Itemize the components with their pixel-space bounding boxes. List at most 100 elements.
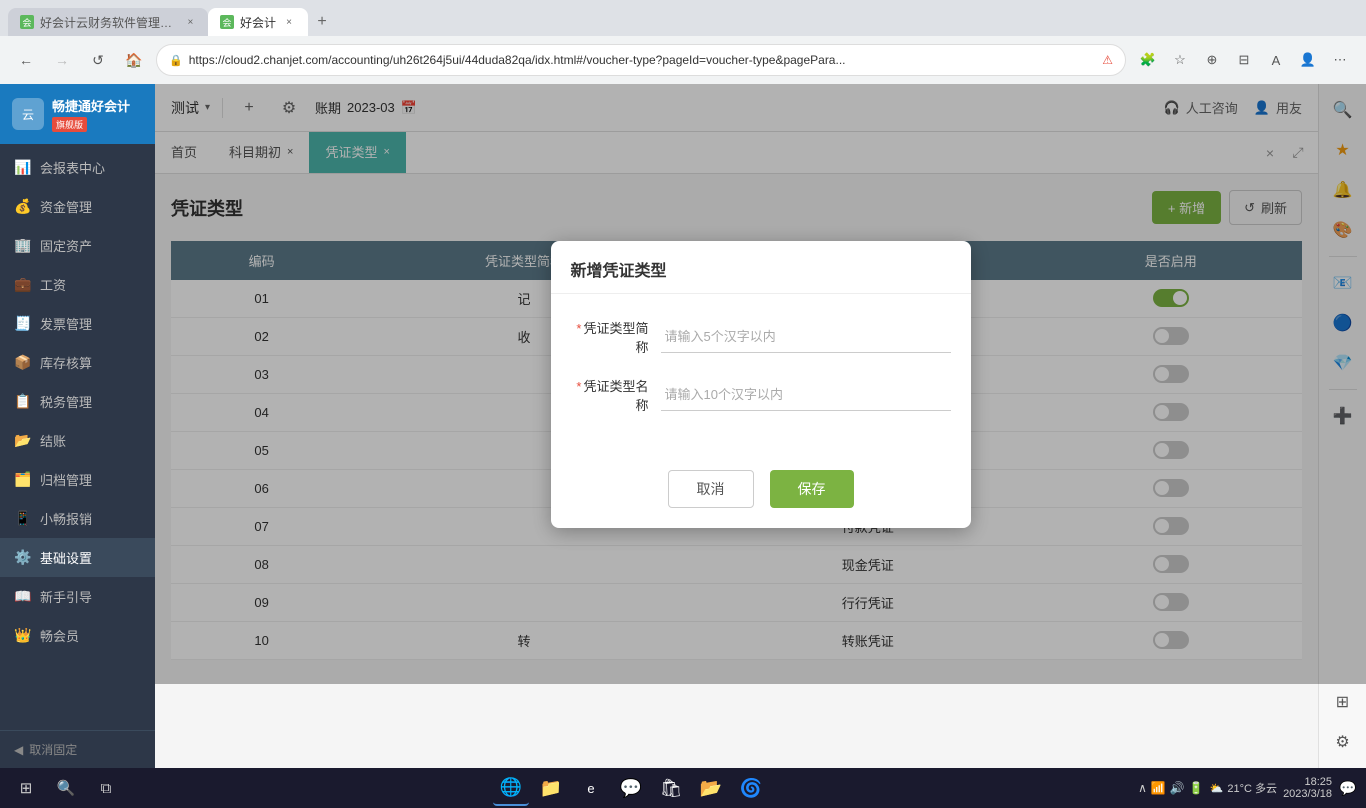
name-label-text: 凭证类型名称 bbox=[583, 379, 648, 413]
taskbar-left: ⊞ 🔍 ⧉ bbox=[8, 770, 124, 806]
search-button[interactable]: 🔍 bbox=[48, 770, 84, 806]
taskbar-time-display: 18:25 bbox=[1283, 776, 1332, 788]
name-form-row: *凭证类型名称 bbox=[571, 376, 951, 414]
sidebar-item-expense[interactable]: 📱 小畅报销 bbox=[0, 499, 155, 538]
sidebar: 云 畅捷通好会计 旗舰版 📊 会报表中心 💰 资金管理 🏢 固定资产 bbox=[0, 84, 155, 768]
address-lock-icon: 🔒 bbox=[169, 54, 183, 67]
right-panel-grid-btn[interactable]: ⊞ bbox=[1325, 684, 1361, 720]
modal-overlay: 新增凭证类型 *凭证类型简称 *凭证类型名称 取消 保存 bbox=[155, 84, 1366, 684]
capital-label: 资金管理 bbox=[40, 197, 92, 216]
address-bar[interactable]: 🔒 https://cloud2.chanjet.com/accounting/… bbox=[156, 44, 1126, 76]
sidebar-item-member[interactable]: 👑 畅会员 bbox=[0, 616, 155, 655]
brand-name: 畅捷通好会计 bbox=[52, 96, 130, 115]
sidebar-item-tax[interactable]: 📋 税务管理 bbox=[0, 382, 155, 421]
name-label: *凭证类型名称 bbox=[571, 376, 661, 414]
nav-forward-button[interactable]: → bbox=[48, 46, 76, 74]
weather-text: 21°C 多云 bbox=[1227, 780, 1277, 796]
start-button[interactable]: ⊞ bbox=[8, 770, 44, 806]
tab-1-favicon: 会 bbox=[20, 15, 34, 29]
edge-icon: e bbox=[577, 774, 605, 802]
sidebar-item-guide[interactable]: 📖 新手引导 bbox=[0, 577, 155, 616]
store-icon: 🛍 bbox=[657, 774, 685, 802]
sidebar-item-salary[interactable]: 💼 工资 bbox=[0, 265, 155, 304]
taskbar-app-wechat[interactable]: 💬 bbox=[613, 770, 649, 806]
weather-icon: ⛅ bbox=[1210, 782, 1224, 795]
read-aloud-icon[interactable]: A bbox=[1262, 46, 1290, 74]
tab-2-title: 好会计 bbox=[240, 14, 276, 31]
sidebar-item-inventory[interactable]: 📦 库存核算 bbox=[0, 343, 155, 382]
taskbar-sound-icon[interactable]: 🔊 bbox=[1170, 781, 1185, 795]
taskbar-chevron-icon[interactable]: ∧ bbox=[1138, 781, 1147, 795]
browser-address-bar-row: ← → ↺ 🏠 🔒 https://cloud2.chanjet.com/acc… bbox=[0, 36, 1366, 84]
taskbar-app-folder[interactable]: 📂 bbox=[693, 770, 729, 806]
taskbar-app-store[interactable]: 🛍 bbox=[653, 770, 689, 806]
browser-tabs-bar: 会 好会计云财务软件管理系统_会计 × 会 好会计 × + bbox=[0, 0, 1366, 36]
taskbar-app-edge[interactable]: e bbox=[573, 770, 609, 806]
name-input[interactable] bbox=[661, 379, 951, 411]
save-button[interactable]: 保存 bbox=[770, 470, 854, 508]
extensions-icon[interactable]: 🧩 bbox=[1134, 46, 1162, 74]
abbr-required-star: * bbox=[576, 321, 581, 336]
abbr-label: *凭证类型简称 bbox=[571, 318, 661, 356]
browser-chrome: 会 好会计云财务软件管理系统_会计 × 会 好会计 × + ← → ↺ 🏠 🔒 … bbox=[0, 0, 1366, 84]
brand-icon: 云 bbox=[12, 98, 44, 130]
taskbar-app-edge2[interactable]: 🌀 bbox=[733, 770, 769, 806]
sidebar-item-capital[interactable]: 💰 资金管理 bbox=[0, 187, 155, 226]
salary-icon: 💼 bbox=[14, 276, 32, 294]
address-warning-icon: ⚠ bbox=[1102, 53, 1113, 67]
favorites-icon[interactable]: ☆ bbox=[1166, 46, 1194, 74]
sidebar-footer[interactable]: ◀ 取消固定 bbox=[0, 730, 155, 768]
browser-actions: 🧩 ☆ ⊕ ⊟ A 👤 ⋯ bbox=[1134, 46, 1354, 74]
taskbar-sys-icons: ∧ 📶 🔊 🔋 bbox=[1138, 781, 1204, 795]
abbr-form-row: *凭证类型简称 bbox=[571, 318, 951, 356]
profile-icon[interactable]: 👤 bbox=[1294, 46, 1322, 74]
taskbar-apps: 🌐 📁 e 💬 🛍 📂 🌀 bbox=[493, 770, 769, 806]
sidebar-item-archive[interactable]: 🗂️ 归档管理 bbox=[0, 460, 155, 499]
tab-1[interactable]: 会 好会计云财务软件管理系统_会计 × bbox=[8, 8, 208, 36]
sidebar-item-reports[interactable]: 📊 会报表中心 bbox=[0, 148, 155, 187]
sidebar-item-invoice[interactable]: 🧾 发票管理 bbox=[0, 304, 155, 343]
sidebar-item-assets[interactable]: 🏢 固定资产 bbox=[0, 226, 155, 265]
sidebar-item-closing[interactable]: 📂 结账 bbox=[0, 421, 155, 460]
tax-label: 税务管理 bbox=[40, 392, 92, 411]
salary-label: 工资 bbox=[40, 275, 66, 294]
taskbar-app-chrome[interactable]: 🌐 bbox=[493, 770, 529, 806]
tab-1-close[interactable]: × bbox=[185, 15, 196, 29]
brand-tag: 旗舰版 bbox=[52, 117, 87, 132]
member-icon: 👑 bbox=[14, 627, 32, 645]
taskbar: ⊞ 🔍 ⧉ 🌐 📁 e 💬 🛍 📂 🌀 ∧ 📶 🔊 🔋 bbox=[0, 768, 1366, 808]
modal-footer: 取消 保存 bbox=[551, 458, 971, 528]
more-options-icon[interactable]: ⋯ bbox=[1326, 46, 1354, 74]
unpin-label: 取消固定 bbox=[29, 741, 77, 758]
right-panel-gear-btn[interactable]: ⚙ bbox=[1325, 724, 1361, 760]
task-view-button[interactable]: ⧉ bbox=[88, 770, 124, 806]
taskbar-notify-button[interactable]: 💬 bbox=[1338, 778, 1358, 798]
taskbar-battery-icon[interactable]: 🔋 bbox=[1189, 781, 1204, 795]
tab-add-button[interactable]: + bbox=[308, 8, 336, 36]
nav-refresh-button[interactable]: ↺ bbox=[84, 46, 112, 74]
abbr-input[interactable] bbox=[661, 321, 951, 353]
cancel-button[interactable]: 取消 bbox=[668, 470, 754, 508]
tab-2-close[interactable]: × bbox=[282, 15, 296, 29]
brand-info: 畅捷通好会计 旗舰版 bbox=[52, 96, 130, 132]
nav-back-button[interactable]: ← bbox=[12, 46, 40, 74]
invoice-label: 发票管理 bbox=[40, 314, 92, 333]
chrome-icon: 🌐 bbox=[497, 773, 525, 801]
split-view-icon[interactable]: ⊟ bbox=[1230, 46, 1258, 74]
collections-icon[interactable]: ⊕ bbox=[1198, 46, 1226, 74]
inventory-label: 库存核算 bbox=[40, 353, 92, 372]
nav-home-button[interactable]: 🏠 bbox=[120, 46, 148, 74]
taskbar-datetime[interactable]: 18:25 2023/3/18 bbox=[1283, 776, 1332, 800]
sidebar-item-settings[interactable]: ⚙️ 基础设置 bbox=[0, 538, 155, 577]
taskbar-app-explorer[interactable]: 📁 bbox=[533, 770, 569, 806]
tab-1-title: 好会计云财务软件管理系统_会计 bbox=[40, 14, 179, 31]
tab-2[interactable]: 会 好会计 × bbox=[208, 8, 308, 36]
modal-header: 新增凭证类型 bbox=[551, 241, 971, 294]
sidebar-menu: 📊 会报表中心 💰 资金管理 🏢 固定资产 💼 工资 🧾 发票管理 📦 bbox=[0, 144, 155, 730]
address-text: https://cloud2.chanjet.com/accounting/uh… bbox=[189, 53, 1097, 67]
expense-icon: 📱 bbox=[14, 510, 32, 528]
closing-label: 结账 bbox=[40, 431, 66, 450]
name-required-star: * bbox=[576, 379, 581, 394]
brand-edition: 旗舰版 bbox=[52, 117, 130, 132]
taskbar-wifi-icon[interactable]: 📶 bbox=[1151, 781, 1166, 795]
